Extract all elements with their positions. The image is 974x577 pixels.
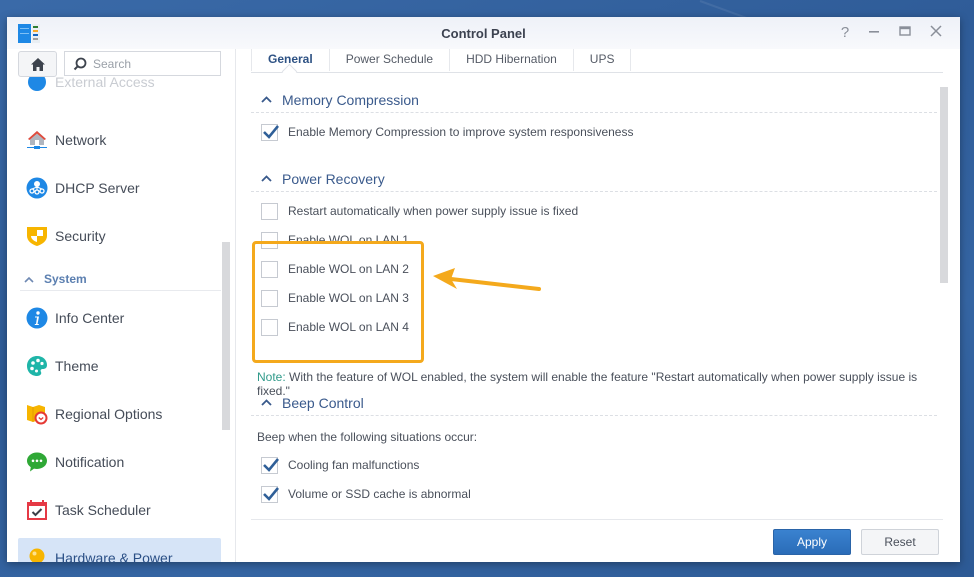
section-beep-control[interactable]: Beep Control [251,390,937,416]
sidebar-item-task-scheduler[interactable]: Task Scheduler [18,490,221,530]
help-icon: ? [840,24,850,41]
sidebar: External Access Network [7,49,236,562]
control-panel-window: Control Panel ? Ex [7,17,960,562]
sidebar-item-hardware-power[interactable]: Hardware & Power [18,538,221,562]
help-button[interactable]: ? [835,23,855,43]
tab-general[interactable]: General [251,49,330,71]
option-restart-automatically[interactable]: Restart automatically when power supply … [261,201,578,221]
sidebar-item-label: Regional Options [55,406,163,422]
checkbox-checked[interactable] [261,485,280,503]
section-title: Power Recovery [282,170,385,187]
footer-bar: Apply Reset [251,519,943,562]
title-bar[interactable]: Control Panel ? [7,17,960,49]
lightbulb-icon [26,547,48,562]
sidebar-item-theme[interactable]: Theme [18,346,221,386]
minimize-button[interactable] [864,23,884,43]
chat-bubble-icon [26,451,48,473]
main-panel: General Power Schedule HDD Hibernation U… [237,49,960,562]
option-cooling-fan[interactable]: Cooling fan malfunctions [261,455,419,475]
checkbox-checked[interactable] [261,456,280,474]
window-title: Control Panel [441,26,526,41]
section-label: System [44,271,87,286]
section-title: Memory Compression [282,91,419,108]
chevron-up-icon [261,173,272,185]
sidebar-item-security[interactable]: Security [18,216,221,256]
calendar-check-icon [26,499,48,521]
palette-icon [26,355,48,377]
sidebar-item-notification[interactable]: Notification [18,442,221,482]
annotation-arrow-icon [433,268,541,291]
option-label: Restart automatically when power supply … [288,204,579,218]
network-icon [26,129,48,151]
dhcp-server-icon [26,177,48,199]
checkmark-icon [263,124,280,139]
tab-power-schedule[interactable]: Power Schedule [330,49,451,71]
sidebar-item-label: Network [55,132,107,148]
search-field[interactable] [64,51,221,76]
option-label: Enable Memory Compression to improve sys… [288,125,634,139]
checkmark-icon [263,486,280,501]
search-input[interactable] [93,56,213,71]
settings-content: Memory Compression Enable Memory Compres… [251,79,937,519]
sidebar-item-label: Notification [55,454,125,470]
sidebar-item-label: Security [55,228,106,244]
option-label: Cooling fan malfunctions [288,458,420,472]
tab-bar: General Power Schedule HDD Hibernation U… [251,49,943,73]
content-scrollbar[interactable] [940,87,948,283]
sidebar-item-label: Info Center [55,310,125,326]
checkbox-unchecked[interactable] [261,202,278,220]
sidebar-item-label: Hardware & Power [55,550,173,562]
option-memory-compression[interactable]: Enable Memory Compression to improve sys… [261,122,633,142]
search-icon [73,57,87,70]
option-label: Volume or SSD cache is abnormal [288,487,471,501]
sidebar-item-dhcp-server[interactable]: DHCP Server [18,168,221,208]
note-label: Note: [257,370,286,384]
sidebar-item-label: Theme [55,358,99,374]
reset-button[interactable]: Reset [861,529,939,555]
chevron-up-icon [24,272,34,286]
sidebar-item-label: External Access [55,74,155,90]
annotation-highlight-box [252,241,424,363]
sidebar-item-network[interactable]: Network [18,120,221,160]
sidebar-item-regional-options[interactable]: Regional Options [18,394,221,434]
section-power-recovery[interactable]: Power Recovery [251,166,937,192]
section-memory-compression[interactable]: Memory Compression [251,87,937,113]
apply-button[interactable]: Apply [773,529,851,555]
beep-description: Beep when the following situations occur… [257,430,478,444]
chevron-up-icon [261,397,272,409]
maximize-button[interactable] [895,23,915,43]
sidebar-item-info-center[interactable]: Info Center [18,298,221,338]
sidebar-scrollbar[interactable] [222,242,230,430]
regional-options-icon [26,403,48,425]
home-icon [30,57,45,71]
section-title: Beep Control [282,394,364,411]
checkmark-icon [263,457,280,472]
security-shield-icon [26,225,48,247]
home-button[interactable] [18,51,57,77]
tab-ups[interactable]: UPS [574,49,632,71]
checkbox-checked[interactable] [261,123,280,141]
maximize-icon [899,26,911,36]
chevron-up-icon [261,94,272,106]
sidebar-item-label: Task Scheduler [55,502,151,518]
option-volume-ssd-cache[interactable]: Volume or SSD cache is abnormal [261,484,471,504]
sidebar-item-label: DHCP Server [55,180,140,196]
sidebar-section-system[interactable]: System [20,267,221,291]
minimize-icon [869,31,879,33]
close-icon [930,25,942,37]
tab-hdd-hibernation[interactable]: HDD Hibernation [450,49,574,71]
close-button[interactable] [926,23,946,43]
info-icon [26,307,48,329]
